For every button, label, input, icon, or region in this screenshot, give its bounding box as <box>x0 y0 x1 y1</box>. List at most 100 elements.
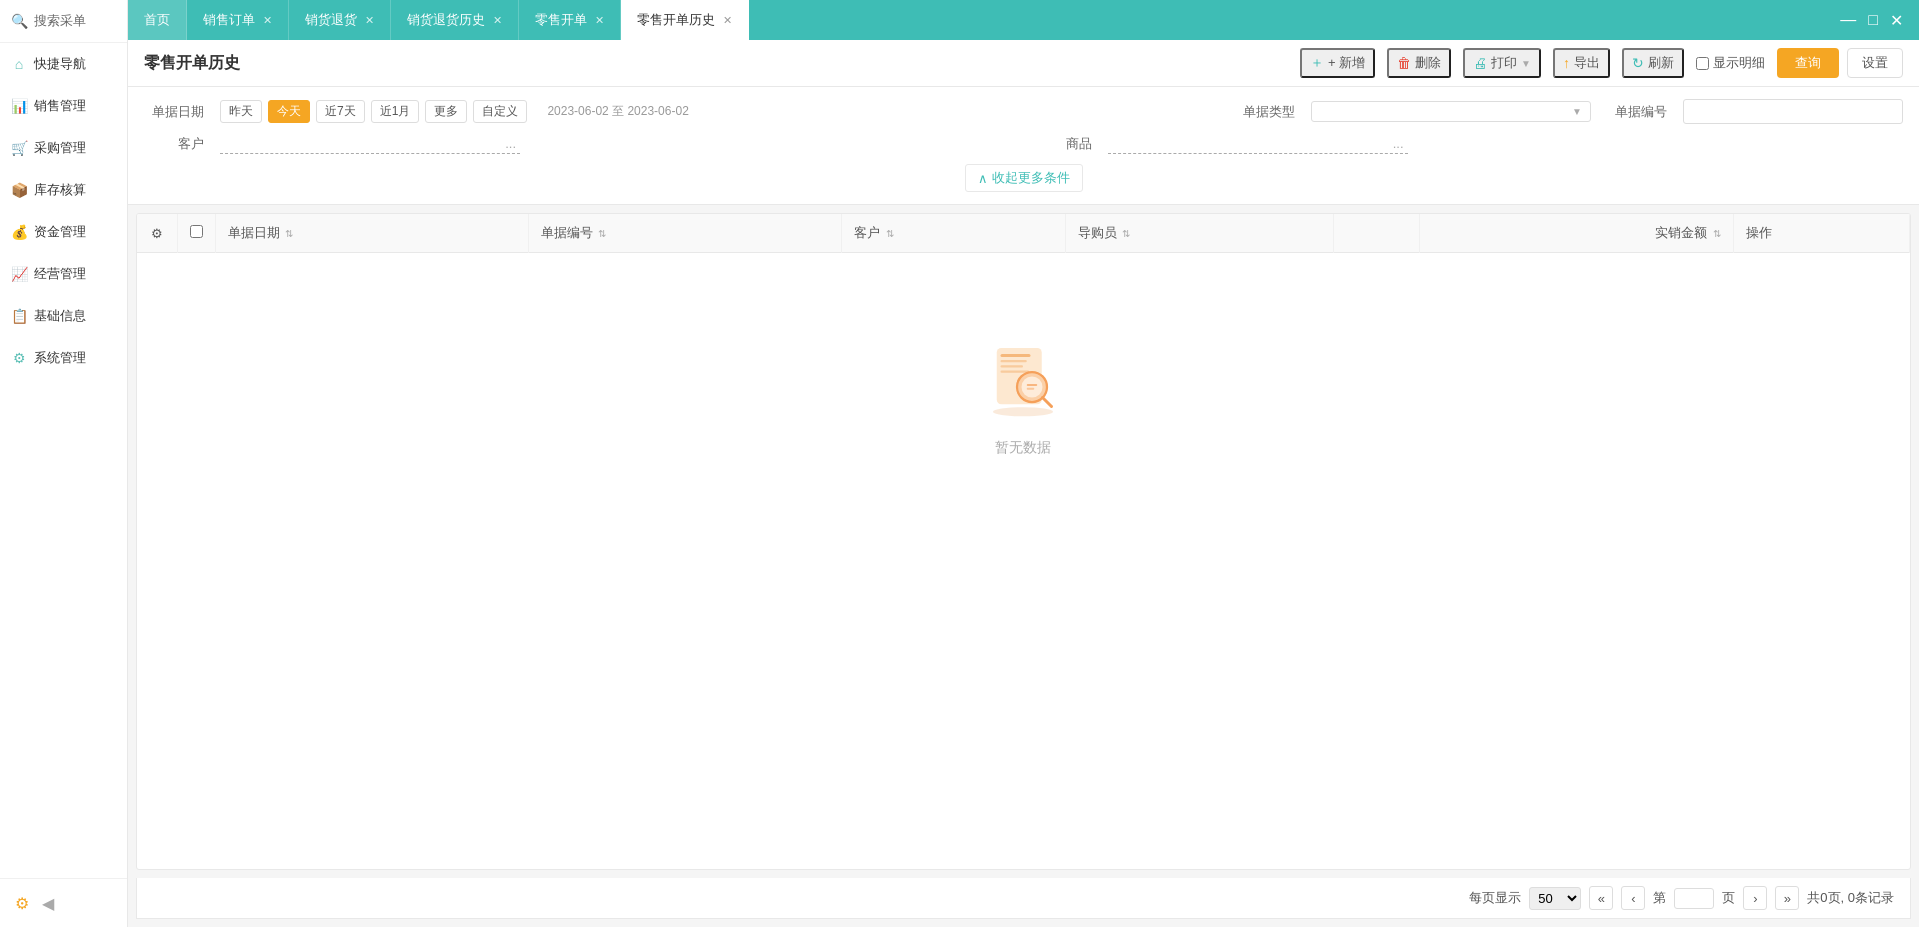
sort-bill-no-icon: ⇅ <box>598 228 606 239</box>
tab-retail-open-close[interactable]: ✕ <box>595 14 604 27</box>
more-btn[interactable]: 更多 <box>425 100 467 123</box>
maximize-btn[interactable]: □ <box>1868 11 1878 29</box>
svg-rect-10 <box>1027 388 1035 390</box>
print-icon: 🖨 <box>1473 55 1487 71</box>
customer-filter-label: 客户 <box>144 135 204 153</box>
filter-row-2: 客户 ... 商品 ... <box>144 134 1903 154</box>
tab-sales-return-history[interactable]: 销货退货历史 ✕ <box>391 0 519 40</box>
bill-no-input[interactable] <box>1683 99 1903 124</box>
tab-bar-right: — □ ✕ <box>1840 11 1919 30</box>
date-range-display: 2023-06-02 至 2023-06-02 <box>547 103 688 120</box>
page-label: 第 <box>1653 889 1666 907</box>
refresh-button[interactable]: ↻ 刷新 <box>1622 48 1684 78</box>
goods-input[interactable] <box>1112 136 1393 151</box>
display-detail-checkbox[interactable] <box>1696 57 1709 70</box>
last1month-btn[interactable]: 近1月 <box>371 100 420 123</box>
tab-sales-order-close[interactable]: ✕ <box>263 14 272 27</box>
last-page-btn[interactable]: » <box>1775 886 1799 910</box>
settings-bottom-icon[interactable]: ⚙ <box>10 891 34 915</box>
refresh-icon: ↻ <box>1632 55 1644 71</box>
empty-state-row: 暂无数据 <box>137 253 1910 538</box>
toolbar: 零售开单历史 ＋ + 新增 🗑 删除 🖨 打印 ▼ ↑ 导出 ↻ 刷新 显示明细… <box>128 40 1919 87</box>
print-arrow-icon: ▼ <box>1521 58 1531 69</box>
sidebar-item-sales-mgmt[interactable]: 📊 销售管理 <box>0 85 127 127</box>
sidebar-search-label: 搜索采单 <box>34 12 86 30</box>
bill-type-arrow-icon: ▼ <box>1572 106 1582 117</box>
tab-sales-order[interactable]: 销售订单 ✕ <box>187 0 289 40</box>
sidebar-item-inventory[interactable]: 📦 库存核算 <box>0 169 127 211</box>
date-filter-label: 单据日期 <box>144 103 204 121</box>
sidebar-item-finance[interactable]: 💰 资金管理 <box>0 211 127 253</box>
add-button[interactable]: ＋ + 新增 <box>1300 48 1375 78</box>
delete-label: 删除 <box>1415 54 1441 72</box>
th-customer[interactable]: 客户 ⇅ <box>842 214 1065 253</box>
tab-bar: 首页 销售订单 ✕ 销货退货 ✕ 销货退货历史 ✕ 零售开单 ✕ 零售开单历史 … <box>128 0 1919 40</box>
first-page-btn[interactable]: « <box>1589 886 1613 910</box>
basic-info-icon: 📋 <box>10 307 28 325</box>
th-bill-date[interactable]: 单据日期 ⇅ <box>215 214 528 253</box>
table-body: 暂无数据 <box>137 253 1910 538</box>
sidebar-item-label: 资金管理 <box>34 223 86 241</box>
svg-rect-3 <box>1001 360 1027 362</box>
customer-input[interactable] <box>224 136 505 151</box>
custom-btn[interactable]: 自定义 <box>473 100 527 123</box>
display-detail-toggle[interactable]: 显示明细 <box>1696 54 1765 72</box>
tab-retail-history-close[interactable]: ✕ <box>723 14 732 27</box>
settings-button[interactable]: 设置 <box>1847 48 1903 78</box>
data-table: ⚙ 单据日期 ⇅ 单据编号 ⇅ <box>137 214 1910 537</box>
select-all-checkbox[interactable] <box>190 225 203 238</box>
print-button[interactable]: 🖨 打印 ▼ <box>1463 48 1541 78</box>
tab-retail-open[interactable]: 零售开单 ✕ <box>519 0 621 40</box>
sidebar-search[interactable]: 🔍 搜索采单 <box>0 0 127 43</box>
sidebar-item-sys-mgmt[interactable]: ⚙ 系统管理 <box>0 337 127 379</box>
tab-sales-return-history-close[interactable]: ✕ <box>493 14 502 27</box>
query-button[interactable]: 查询 <box>1777 48 1839 78</box>
sidebar-item-operations[interactable]: 📈 经营管理 <box>0 253 127 295</box>
delete-button[interactable]: 🗑 删除 <box>1387 48 1451 78</box>
export-icon: ↑ <box>1563 55 1570 71</box>
inventory-icon: 📦 <box>10 181 28 199</box>
tab-home[interactable]: 首页 <box>128 0 187 40</box>
settings-gear-icon[interactable]: ⚙ <box>151 226 163 241</box>
main-area: 首页 销售订单 ✕ 销货退货 ✕ 销货退货历史 ✕ 零售开单 ✕ 零售开单历史 … <box>128 0 1919 927</box>
finance-icon: 💰 <box>10 223 28 241</box>
sidebar-item-quick-nav[interactable]: ⌂ 快捷导航 <box>0 43 127 85</box>
add-label: + 新增 <box>1328 54 1365 72</box>
minimize-btn[interactable]: — <box>1840 11 1856 29</box>
purchase-mgmt-icon: 🛒 <box>10 139 28 157</box>
collapse-filter-btn[interactable]: ∧ 收起更多条件 <box>965 164 1083 192</box>
sidebar-item-basic-info[interactable]: 📋 基础信息 <box>0 295 127 337</box>
th-actual-amount[interactable]: 实销金额 ⇅ <box>1420 214 1733 253</box>
per-page-select[interactable]: 50 100 <box>1529 887 1581 910</box>
th-bill-no[interactable]: 单据编号 ⇅ <box>528 214 841 253</box>
search-icon: 🔍 <box>10 12 28 30</box>
filter-area: 单据日期 昨天 今天 近7天 近1月 更多 自定义 2023-06-02 至 2… <box>128 87 1919 205</box>
prev-page-btn[interactable]: ‹ <box>1621 886 1645 910</box>
tab-retail-open-label: 零售开单 <box>535 11 587 29</box>
tab-retail-history[interactable]: 零售开单历史 ✕ <box>621 0 749 40</box>
operations-icon: 📈 <box>10 265 28 283</box>
customer-input-wrap[interactable]: ... <box>220 134 520 154</box>
sidebar-item-label: 基础信息 <box>34 307 86 325</box>
today-btn[interactable]: 今天 <box>268 100 310 123</box>
collapse-sidebar-icon[interactable]: ◀ <box>42 894 54 913</box>
th-salesperson[interactable]: 导购员 ⇅ <box>1065 214 1333 253</box>
next-page-btn[interactable]: › <box>1743 886 1767 910</box>
th-checkbox[interactable] <box>177 214 215 253</box>
current-page-input[interactable]: 1 <box>1674 888 1714 909</box>
tab-sales-return[interactable]: 销货退货 ✕ <box>289 0 391 40</box>
bill-type-select[interactable]: ▼ <box>1311 101 1591 122</box>
filter-row-1: 单据日期 昨天 今天 近7天 近1月 更多 自定义 2023-06-02 至 2… <box>144 99 1903 124</box>
svg-point-0 <box>993 407 1053 416</box>
last7days-btn[interactable]: 近7天 <box>316 100 365 123</box>
bill-no-label: 单据编号 <box>1607 103 1667 121</box>
th-settings[interactable]: ⚙ <box>137 214 177 253</box>
yesterday-btn[interactable]: 昨天 <box>220 100 262 123</box>
export-button[interactable]: ↑ 导出 <box>1553 48 1610 78</box>
svg-rect-4 <box>1001 365 1024 367</box>
goods-input-wrap[interactable]: ... <box>1108 134 1408 154</box>
sidebar-item-purchase-mgmt[interactable]: 🛒 采购管理 <box>0 127 127 169</box>
close-btn[interactable]: ✕ <box>1890 11 1903 30</box>
tab-sales-return-history-label: 销货退货历史 <box>407 11 485 29</box>
tab-sales-return-close[interactable]: ✕ <box>365 14 374 27</box>
